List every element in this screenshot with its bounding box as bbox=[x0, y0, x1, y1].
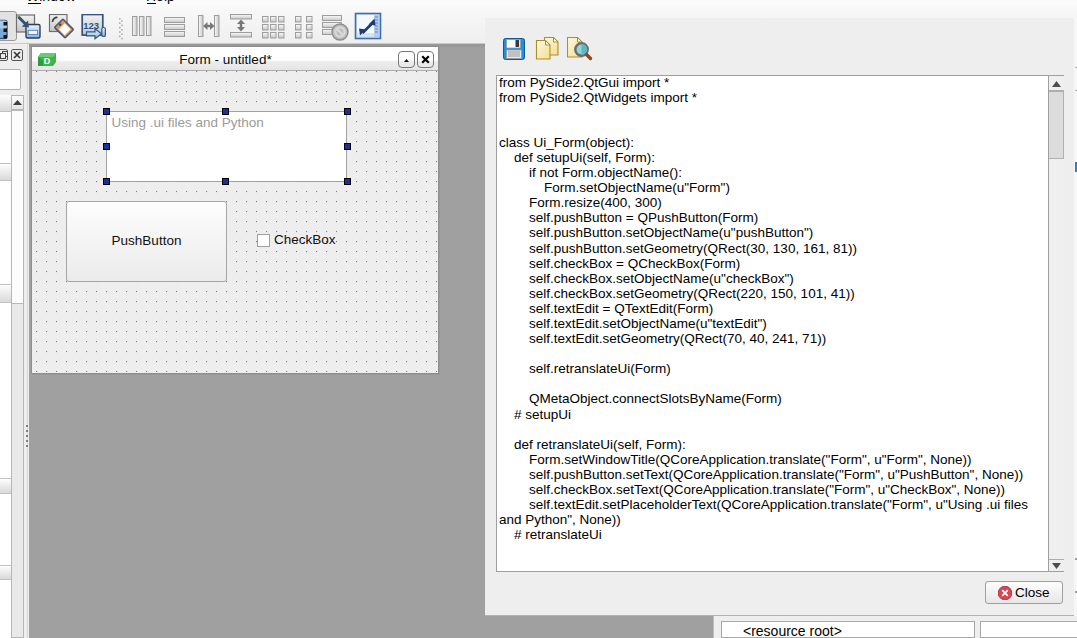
svg-text:123: 123 bbox=[83, 20, 99, 31]
